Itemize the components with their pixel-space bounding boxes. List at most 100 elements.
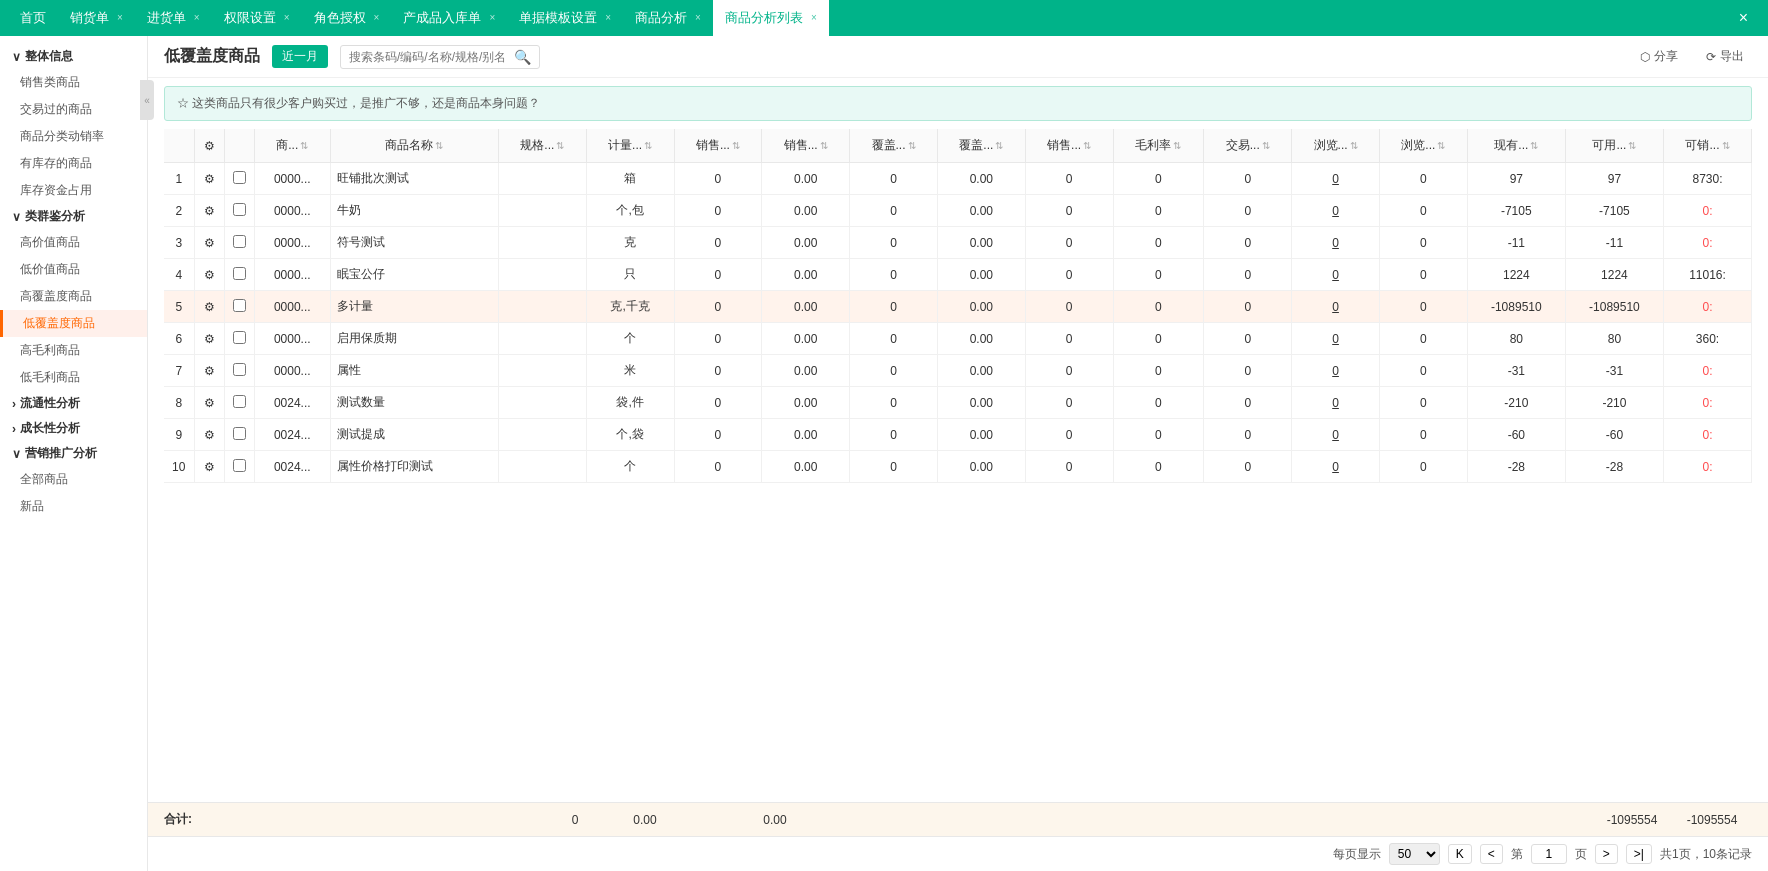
name-column-header[interactable]: 商品名称⇅ <box>331 129 499 163</box>
sidebar-section-overview[interactable]: ∨ 整体信息 <box>0 44 147 69</box>
transaction-column-header[interactable]: 交易...⇅ <box>1204 129 1292 163</box>
nav-item-purchase[interactable]: 进货单 × <box>135 0 212 36</box>
nav-item-production[interactable]: 产成品入库单 × <box>391 0 507 36</box>
current-stock-column-header[interactable]: 现有...⇅ <box>1467 129 1565 163</box>
close-icon[interactable]: × <box>374 0 380 36</box>
settings-column-header[interactable]: ⚙ <box>194 129 224 163</box>
browse2-column-header[interactable]: 浏览...⇅ <box>1379 129 1467 163</box>
row-settings[interactable]: ⚙ <box>194 387 224 419</box>
row-browse1[interactable]: 0 <box>1292 259 1380 291</box>
sidebar-item-high-value[interactable]: 高价值商品 <box>0 229 147 256</box>
row-browse1[interactable]: 0 <box>1292 163 1380 195</box>
sidebar-item-traded[interactable]: 交易过的商品 <box>0 96 147 123</box>
nav-item-product-analysis[interactable]: 商品分析 × <box>623 0 713 36</box>
sidebar-item-category-activity[interactable]: 商品分类动销率 <box>0 123 147 150</box>
sidebar-section-marketing[interactable]: ∨ 营销推广分析 <box>0 441 147 466</box>
sidebar-item-all-products[interactable]: 全部商品 <box>0 466 147 493</box>
sales-amount-column-header[interactable]: 销售...⇅ <box>762 129 850 163</box>
row-settings[interactable]: ⚙ <box>194 451 224 483</box>
row-settings[interactable]: ⚙ <box>194 419 224 451</box>
row-browse1[interactable]: 0 <box>1292 227 1380 259</box>
row-checkbox[interactable] <box>224 419 254 451</box>
code-column-header[interactable]: 商...⇅ <box>254 129 331 163</box>
page-size-select[interactable]: 50 10 20 100 <box>1389 843 1440 865</box>
close-icon[interactable]: × <box>284 0 290 36</box>
row-checkbox[interactable] <box>224 259 254 291</box>
row-checkbox[interactable] <box>224 195 254 227</box>
close-all-button[interactable]: × <box>1727 9 1760 27</box>
browse1-column-header[interactable]: 浏览...⇅ <box>1292 129 1380 163</box>
sidebar-item-low-coverage[interactable]: 低覆盖度商品 <box>0 310 147 337</box>
coverage2-column-header[interactable]: 覆盖...⇅ <box>937 129 1025 163</box>
gross-margin-column-header[interactable]: 毛利率⇅ <box>1113 129 1204 163</box>
last-page-button[interactable]: >| <box>1626 844 1652 864</box>
row-settings[interactable]: ⚙ <box>194 163 224 195</box>
sellable-column-header[interactable]: 可销...⇅ <box>1664 129 1752 163</box>
row-settings[interactable]: ⚙ <box>194 355 224 387</box>
available-column-header[interactable]: 可用...⇅ <box>1565 129 1663 163</box>
sales-extra-column-header[interactable]: 销售...⇅ <box>1025 129 1113 163</box>
sidebar-section-growth[interactable]: › 成长性分析 <box>0 416 147 441</box>
first-page-button[interactable]: K <box>1448 844 1472 864</box>
close-icon[interactable]: × <box>194 0 200 36</box>
row-settings[interactable]: ⚙ <box>194 227 224 259</box>
row-settings[interactable]: ⚙ <box>194 259 224 291</box>
row-browse1[interactable]: 0 <box>1292 451 1380 483</box>
nav-item-sales[interactable]: 销货单 × <box>58 0 135 36</box>
sidebar-item-high-coverage[interactable]: 高覆盖度商品 <box>0 283 147 310</box>
row-checkbox[interactable] <box>224 323 254 355</box>
close-icon[interactable]: × <box>489 0 495 36</box>
row-browse1[interactable]: 0 <box>1292 323 1380 355</box>
sidebar-item-in-stock[interactable]: 有库存的商品 <box>0 150 147 177</box>
row-checkbox[interactable] <box>224 291 254 323</box>
row-checkbox[interactable] <box>224 227 254 259</box>
search-icon[interactable]: 🔍 <box>514 49 531 65</box>
close-icon[interactable]: × <box>695 0 701 36</box>
page-number-input[interactable] <box>1531 844 1567 864</box>
sidebar-section-flow[interactable]: › 流通性分析 <box>0 391 147 416</box>
search-input[interactable] <box>349 50 508 64</box>
sidebar-toggle-button[interactable]: « <box>140 80 154 120</box>
nav-item-home[interactable]: 首页 <box>8 0 58 36</box>
close-icon[interactable]: × <box>605 0 611 36</box>
sidebar-item-low-profit[interactable]: 低毛利商品 <box>0 364 147 391</box>
spec-column-header[interactable]: 规格...⇅ <box>498 129 586 163</box>
row-checkbox[interactable] <box>224 451 254 483</box>
nav-item-analysis-list[interactable]: 商品分析列表 × <box>713 0 829 36</box>
row-browse1[interactable]: 0 <box>1292 291 1380 323</box>
time-filter-button[interactable]: 近一月 <box>272 45 328 68</box>
prev-page-button[interactable]: < <box>1480 844 1503 864</box>
row-browse1[interactable]: 0 <box>1292 387 1380 419</box>
row-settings[interactable]: ⚙ <box>194 323 224 355</box>
row-checkbox[interactable] <box>224 387 254 419</box>
sidebar-item-stock-capital[interactable]: 库存资金占用 <box>0 177 147 204</box>
row-checkbox[interactable] <box>224 163 254 195</box>
row-browse1[interactable]: 0 <box>1292 419 1380 451</box>
unit-column-header[interactable]: 计量...⇅ <box>586 129 674 163</box>
content-header: 低覆盖度商品 近一月 🔍 ⬡ 分享 ⟳ 导出 <box>148 36 1768 78</box>
row-settings[interactable]: ⚙ <box>194 195 224 227</box>
row-settings[interactable]: ⚙ <box>194 291 224 323</box>
row-sellable: 0: <box>1664 195 1752 227</box>
share-button[interactable]: ⬡ 分享 <box>1632 44 1686 69</box>
sidebar-item-low-value[interactable]: 低价值商品 <box>0 256 147 283</box>
nav-item-permissions[interactable]: 权限设置 × <box>212 0 302 36</box>
sales-count-column-header[interactable]: 销售...⇅ <box>674 129 762 163</box>
next-page-button[interactable]: > <box>1595 844 1618 864</box>
sidebar-section-category-analysis[interactable]: ∨ 类群鉴分析 <box>0 204 147 229</box>
row-transaction: 0 <box>1204 163 1292 195</box>
close-icon[interactable]: × <box>811 0 817 36</box>
row-sales-extra: 0 <box>1025 163 1113 195</box>
nav-item-roles[interactable]: 角色授权 × <box>302 0 392 36</box>
row-sales-amount: 0.00 <box>762 387 850 419</box>
sidebar-item-new-products[interactable]: 新品 <box>0 493 147 520</box>
row-browse1[interactable]: 0 <box>1292 355 1380 387</box>
nav-item-template[interactable]: 单据模板设置 × <box>507 0 623 36</box>
close-icon[interactable]: × <box>117 0 123 36</box>
row-checkbox[interactable] <box>224 355 254 387</box>
row-browse1[interactable]: 0 <box>1292 195 1380 227</box>
coverage1-column-header[interactable]: 覆盖...⇅ <box>850 129 938 163</box>
sidebar-item-sales-category[interactable]: 销售类商品 <box>0 69 147 96</box>
export-button[interactable]: ⟳ 导出 <box>1698 44 1752 69</box>
sidebar-item-high-profit[interactable]: 高毛利商品 <box>0 337 147 364</box>
